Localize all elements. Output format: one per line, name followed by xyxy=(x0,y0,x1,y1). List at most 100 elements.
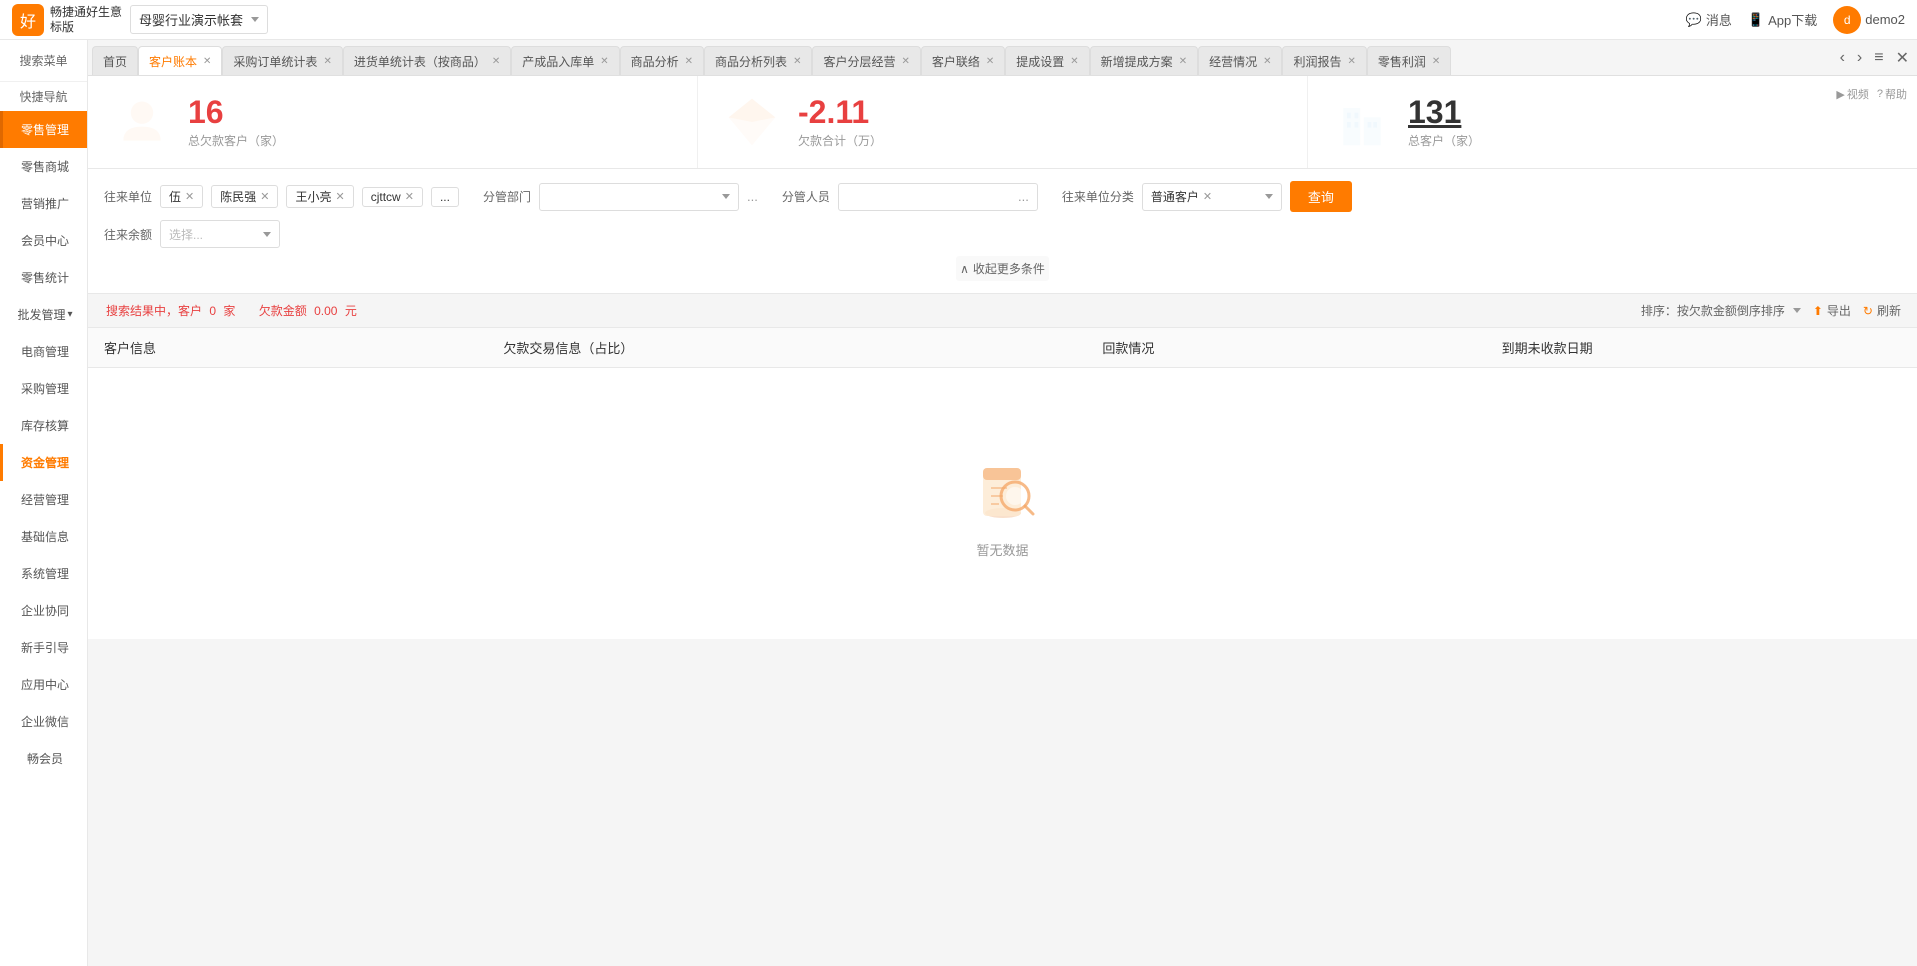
remove-unit-3-button[interactable]: ✕ xyxy=(336,190,345,203)
collapse-button[interactable]: ∧ 收起更多条件 xyxy=(956,256,1049,281)
unit-category-select[interactable]: 普通客户 ✕ xyxy=(1142,183,1282,211)
col-header-repayment: 回款情况 xyxy=(1102,338,1501,357)
search-menu-button[interactable]: 搜索菜单 xyxy=(8,48,79,73)
stat-info-debt: -2.11 欠款合计（万） xyxy=(798,96,882,149)
tab-customer-segment[interactable]: 客户分层经营 ✕ xyxy=(812,46,920,76)
col-header-customer-info: 客户信息 xyxy=(104,338,503,357)
tab-product-analysis[interactable]: 商品分析 ✕ xyxy=(620,46,704,76)
tab-stock-stats[interactable]: 进货单统计表（按商品） ✕ xyxy=(343,46,511,76)
close-tab-icon[interactable]: ✕ xyxy=(793,56,801,67)
sidebar-item-member-center[interactable]: 会员中心 xyxy=(0,222,87,259)
stat-card-total-clients: 131 总客户（家） ▶ 视频 ? 帮助 xyxy=(1308,76,1917,168)
person-select[interactable]: ... xyxy=(838,183,1038,211)
export-icon: ⬆ xyxy=(1813,304,1823,318)
close-tab-icon[interactable]: ✕ xyxy=(986,56,994,67)
sidebar-item-vip-member[interactable]: 畅会员 xyxy=(0,740,87,777)
sidebar-item-retail-mall[interactable]: 零售商城 xyxy=(0,148,87,185)
tab-operations-status[interactable]: 经营情况 ✕ xyxy=(1198,46,1282,76)
sidebar-item-app-center[interactable]: 应用中心 xyxy=(0,666,87,703)
tab-purchase-order[interactable]: 采购订单统计表 ✕ xyxy=(222,46,342,76)
chevron-down-icon xyxy=(722,194,730,199)
remove-unit-4-button[interactable]: ✕ xyxy=(405,190,414,203)
video-help-button[interactable]: ▶ 视频 xyxy=(1836,86,1868,102)
department-more-button[interactable]: ... xyxy=(747,189,758,204)
filter-tag-unit-2: 陈民强 ✕ xyxy=(211,185,278,208)
close-tab-icon[interactable]: ✕ xyxy=(1263,56,1271,67)
export-button[interactable]: ⬆ 导出 xyxy=(1813,302,1851,319)
stat-info-customers: 16 总欠款客户（家） xyxy=(188,96,284,149)
more-units-button[interactable]: ... xyxy=(431,187,459,207)
close-tab-icon[interactable]: ✕ xyxy=(600,56,608,67)
sidebar-search[interactable]: 搜索菜单 xyxy=(0,40,87,82)
close-tab-icon[interactable]: ✕ xyxy=(1348,56,1356,67)
balance-select[interactable]: 选择... xyxy=(160,220,280,248)
remove-category-button[interactable]: ✕ xyxy=(1203,190,1212,203)
tab-home[interactable]: 首页 xyxy=(92,46,138,76)
download-icon: 📱 xyxy=(1748,12,1764,28)
sidebar-item-inventory[interactable]: 库存核算 xyxy=(0,407,87,444)
sidebar-item-funds[interactable]: 资金管理 xyxy=(0,444,87,481)
close-all-tabs-button[interactable]: ✕ xyxy=(1892,46,1913,70)
close-tab-icon[interactable]: ✕ xyxy=(685,56,693,67)
top-bar-left: 好 畅捷通好生意 标版 母婴行业演示帐套 xyxy=(12,4,268,36)
close-tab-icon[interactable]: ✕ xyxy=(203,56,211,67)
tab-menu-button[interactable]: ≡ xyxy=(1870,47,1887,69)
sidebar-item-retail-mgmt[interactable]: 零售管理 xyxy=(0,111,87,148)
logo-area: 好 畅捷通好生意 标版 xyxy=(12,4,122,36)
stats-row: 16 总欠款客户（家） -2.11 欠款合计（万） xyxy=(88,76,1917,169)
remove-unit-2-button[interactable]: ✕ xyxy=(260,190,269,203)
user-menu[interactable]: d demo2 xyxy=(1833,6,1905,34)
close-tab-icon[interactable]: ✕ xyxy=(1070,56,1078,67)
sidebar-item-ecommerce[interactable]: 电商管理 xyxy=(0,333,87,370)
prev-tab-button[interactable]: ‹ xyxy=(1836,47,1849,69)
sidebar-item-enterprise-wechat[interactable]: 企业微信 xyxy=(0,703,87,740)
app-download-button[interactable]: 📱 App下载 xyxy=(1748,10,1817,29)
sidebar: 搜索菜单 快捷导航 零售管理 零售商城 营销推广 会员中心 零售统计 批发管理 … xyxy=(0,40,88,966)
query-button[interactable]: 查询 xyxy=(1290,181,1352,212)
tab-retail-profit[interactable]: 零售利润 ✕ xyxy=(1367,46,1451,76)
tab-production-inbound[interactable]: 产成品入库单 ✕ xyxy=(511,46,619,76)
messages-button[interactable]: 💬 消息 xyxy=(1686,10,1732,29)
person-icon xyxy=(112,92,172,152)
next-tab-button[interactable]: › xyxy=(1853,47,1866,69)
sidebar-item-new-guide[interactable]: 新手引导 xyxy=(0,629,87,666)
sort-select[interactable]: 排序：按欠款金额倒序排序 xyxy=(1641,302,1801,319)
close-tab-icon[interactable]: ✕ xyxy=(1432,56,1440,67)
sidebar-item-enterprise-coop[interactable]: 企业协同 xyxy=(0,592,87,629)
person-more-button[interactable]: ... xyxy=(1018,189,1029,204)
tab-tip-settings[interactable]: 提成设置 ✕ xyxy=(1005,46,1089,76)
tab-customer-contact[interactable]: 客户联络 ✕ xyxy=(921,46,1005,76)
sidebar-item-purchase[interactable]: 采购管理 xyxy=(0,370,87,407)
unit-filter-label: 往来单位 xyxy=(104,188,152,205)
sidebar-item-marketing[interactable]: 营销推广 xyxy=(0,185,87,222)
diamond-icon xyxy=(722,92,782,152)
org-selector[interactable]: 母婴行业演示帐套 xyxy=(130,5,268,34)
tab-new-tip-plan[interactable]: 新增提成方案 ✕ xyxy=(1090,46,1198,76)
remove-unit-1-button[interactable]: ✕ xyxy=(185,190,194,203)
department-filter-label: 分管部门 xyxy=(483,188,531,205)
sidebar-item-wholesale-mgmt[interactable]: 批发管理 ▾ xyxy=(0,296,87,333)
main-layout: 搜索菜单 快捷导航 零售管理 零售商城 营销推广 会员中心 零售统计 批发管理 … xyxy=(0,40,1917,966)
data-table: 客户信息 欠款交易信息（占比） 回款情况 到期未收款日期 xyxy=(88,328,1917,639)
close-tab-icon[interactable]: ✕ xyxy=(323,56,331,67)
sidebar-item-retail-stats[interactable]: 零售统计 xyxy=(0,259,87,296)
filter-row-2: 往来余额 选择... xyxy=(104,220,1901,248)
department-select[interactable] xyxy=(539,183,739,211)
sidebar-item-system[interactable]: 系统管理 xyxy=(0,555,87,592)
chevron-down-icon xyxy=(251,17,259,22)
sidebar-quick-nav[interactable]: 快捷导航 xyxy=(0,82,87,111)
sidebar-item-basic-info[interactable]: 基础信息 xyxy=(0,518,87,555)
tab-profit-report[interactable]: 利润报告 ✕ xyxy=(1282,46,1366,76)
close-tab-icon[interactable]: ✕ xyxy=(1179,56,1187,67)
stat-card-debt: -2.11 欠款合计（万） xyxy=(698,76,1308,168)
refresh-button[interactable]: ↻ 刷新 xyxy=(1863,302,1901,319)
close-tab-icon[interactable]: ✕ xyxy=(492,56,500,67)
stat-label-total-clients: 总客户（家） xyxy=(1408,132,1480,149)
col-header-debt-info: 欠款交易信息（占比） xyxy=(503,338,1102,357)
sidebar-item-operations[interactable]: 经营管理 xyxy=(0,481,87,518)
help-button[interactable]: ? 帮助 xyxy=(1877,86,1907,102)
tab-customer-balance[interactable]: 客户账本 ✕ xyxy=(138,46,222,76)
tab-product-analysis-list[interactable]: 商品分析列表 ✕ xyxy=(704,46,812,76)
filter-area: 往来单位 伍 ✕ 陈民强 ✕ 王小亮 ✕ cjttcw xyxy=(88,169,1917,294)
close-tab-icon[interactable]: ✕ xyxy=(901,56,909,67)
